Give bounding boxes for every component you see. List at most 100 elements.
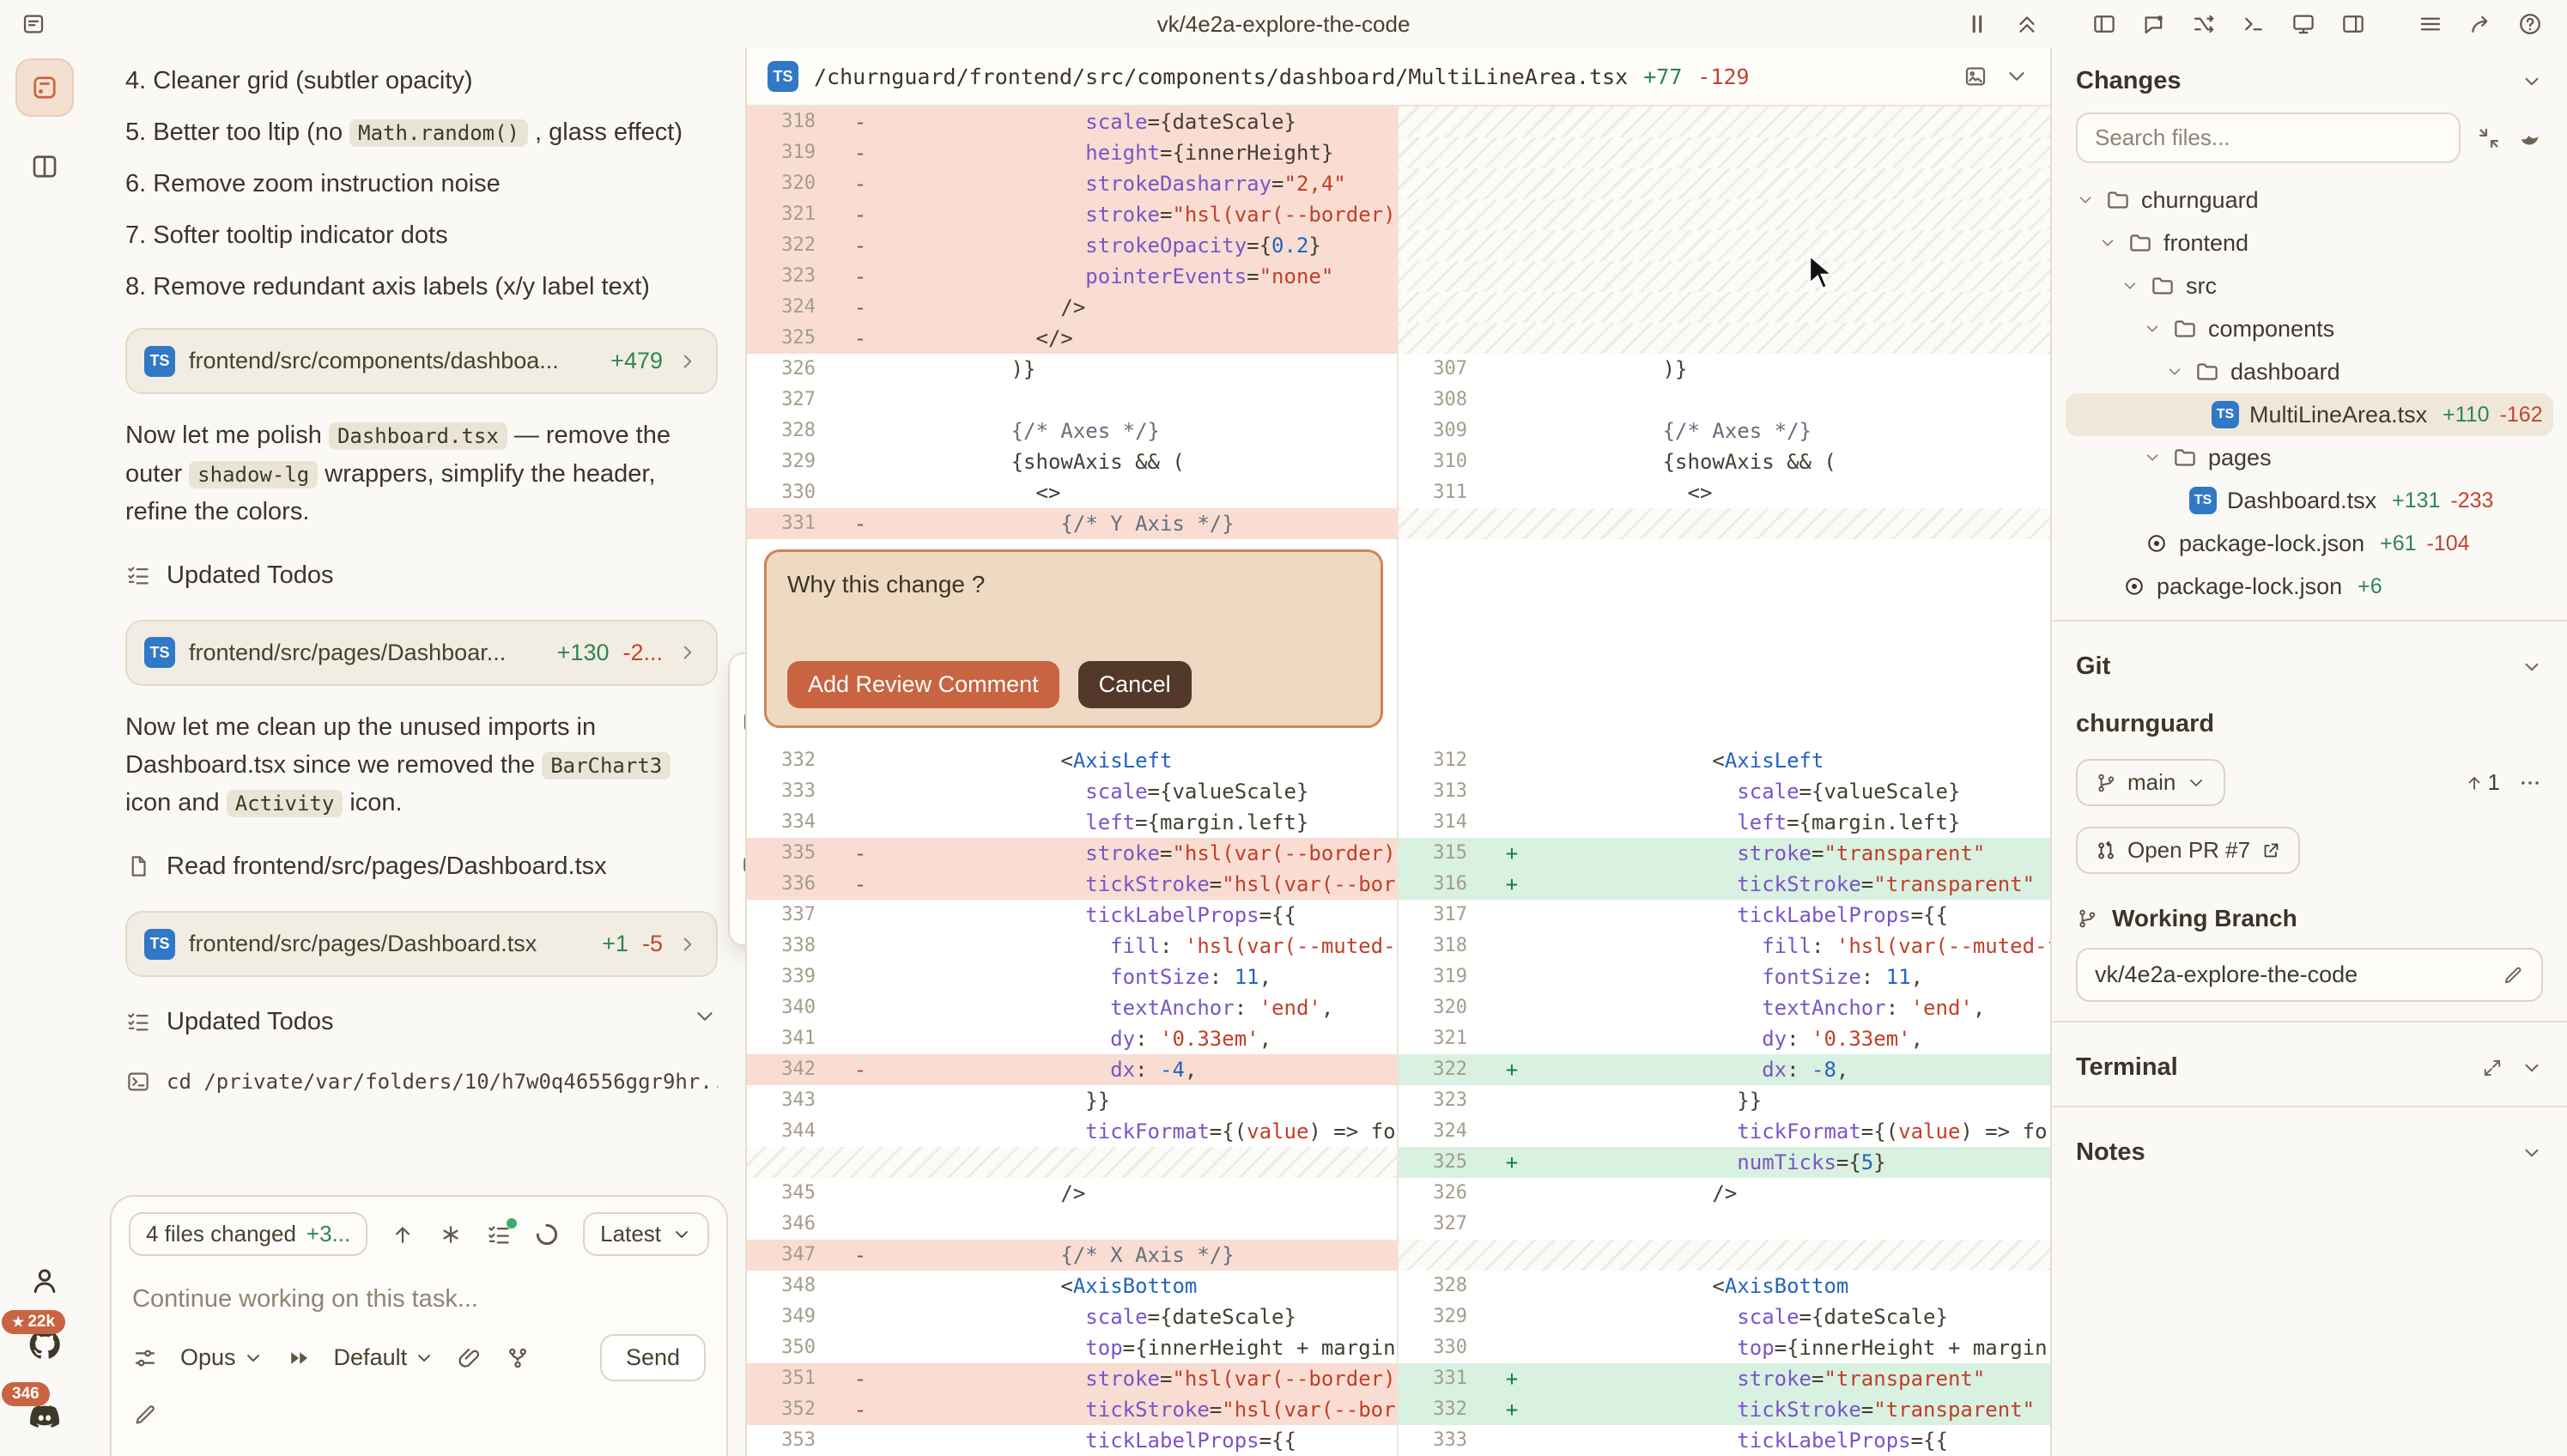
line-number[interactable]: 325 [747, 323, 822, 354]
chat-bubble-icon[interactable] [2141, 11, 2167, 37]
run-icon[interactable] [741, 805, 745, 831]
line-number[interactable]: 327 [1399, 1209, 1474, 1240]
menu-icon[interactable] [2418, 11, 2443, 37]
message-input[interactable] [132, 1285, 706, 1313]
scroll-top-icon[interactable] [390, 1222, 416, 1247]
discord-link[interactable]: 346 [26, 1398, 64, 1442]
chevron-down-icon[interactable] [2521, 1057, 2543, 1079]
panel-right-icon[interactable] [2340, 11, 2366, 37]
line-number[interactable]: 338 [747, 931, 822, 962]
latest-selector[interactable]: Latest [583, 1212, 709, 1256]
compose-icon[interactable] [132, 1402, 158, 1428]
github-link[interactable]: ★22k [26, 1326, 64, 1370]
todos-status-icon[interactable] [486, 1222, 512, 1247]
line-number[interactable]: 320 [1399, 992, 1474, 1023]
line-number[interactable]: 318 [1399, 931, 1474, 962]
line-number[interactable]: 328 [1399, 1271, 1474, 1301]
tree-row[interactable]: src [2066, 264, 2553, 307]
line-number[interactable]: 308 [1399, 385, 1474, 416]
line-number[interactable]: 337 [747, 900, 822, 931]
expand-icon[interactable] [2481, 1057, 2503, 1079]
line-number[interactable]: 333 [747, 776, 822, 807]
collapse-all-icon[interactable] [2014, 11, 2040, 37]
line-number[interactable]: 336 [747, 869, 822, 900]
line-number[interactable]: 311 [1399, 477, 1474, 508]
tree-row[interactable]: components [2066, 307, 2553, 350]
line-number[interactable]: 351 [747, 1363, 822, 1394]
review-comment-input[interactable]: Why this change ? [787, 569, 1360, 600]
line-number[interactable]: 324 [1399, 1116, 1474, 1147]
line-number[interactable]: 325 [1399, 1147, 1474, 1178]
panel-left-icon[interactable] [2091, 11, 2117, 37]
line-number[interactable]: 316 [1399, 869, 1474, 900]
line-number[interactable]: 313 [1399, 776, 1474, 807]
line-number[interactable]: 343 [747, 1085, 822, 1116]
line-number[interactable]: 322 [1399, 1054, 1474, 1085]
ahead-count[interactable]: 1 [2464, 769, 2500, 796]
line-number[interactable]: 346 [747, 1209, 822, 1240]
line-number[interactable]: 319 [1399, 962, 1474, 992]
terminal-icon[interactable] [2241, 11, 2267, 37]
preview-icon[interactable] [741, 853, 745, 879]
changes-section-header[interactable]: Changes [2052, 48, 2567, 107]
help-icon[interactable] [2517, 11, 2543, 37]
line-number[interactable]: 352 [747, 1394, 822, 1425]
attachment-icon[interactable] [457, 1345, 482, 1371]
terminal-command-row[interactable]: cd /private/var/folders/10/h7w0q46556ggr… [125, 1066, 718, 1097]
chevRight-icon[interactable] [677, 641, 699, 664]
line-number[interactable]: 326 [747, 354, 822, 385]
chevron-down-icon[interactable] [2521, 1142, 2543, 1164]
line-number[interactable]: 332 [1399, 1394, 1474, 1425]
line-number[interactable]: 329 [747, 446, 822, 477]
cancel-button[interactable]: Cancel [1078, 661, 1192, 708]
chevron-down-icon[interactable] [2004, 64, 2030, 89]
read-file-row[interactable]: Read frontend/src/pages/Dashboard.tsx [125, 847, 718, 885]
line-number[interactable]: 348 [747, 1271, 822, 1301]
asterisk-icon[interactable] [438, 1222, 464, 1247]
file-chip[interactable]: TSfrontend/src/pages/Dashboar...+130-2..… [125, 620, 718, 686]
chevron-down-icon[interactable] [2521, 70, 2543, 93]
chevron-down-icon[interactable] [2521, 656, 2543, 678]
line-number[interactable]: 320 [747, 168, 822, 199]
line-number[interactable]: 323 [747, 261, 822, 292]
line-number[interactable]: 331 [1399, 1363, 1474, 1394]
add-review-comment-button[interactable]: Add Review Comment [787, 661, 1059, 708]
line-number[interactable]: 319 [747, 137, 822, 168]
workspace-tab[interactable] [15, 58, 74, 117]
todos-row[interactable]: Updated Todos [125, 1003, 718, 1040]
line-number[interactable]: 345 [747, 1178, 822, 1209]
line-number[interactable]: 310 [1399, 446, 1474, 477]
git-section-header[interactable]: Git [2052, 634, 2567, 693]
tree-row[interactable]: TSDashboard.tsx+131-233 [2066, 479, 2553, 522]
line-number[interactable]: 342 [747, 1054, 822, 1085]
display-icon[interactable] [2291, 11, 2316, 37]
line-number[interactable]: 329 [1399, 1301, 1474, 1332]
open-pr-button[interactable]: Open PR #7 [2076, 827, 2300, 874]
chevDown-icon[interactable] [692, 1004, 718, 1029]
chevRight-icon[interactable] [677, 350, 699, 373]
line-number[interactable]: 353 [747, 1425, 822, 1456]
terminal-section-header[interactable]: Terminal [2052, 1034, 2567, 1094]
line-number[interactable]: 350 [747, 1332, 822, 1363]
line-number[interactable]: 344 [747, 1116, 822, 1147]
window-menu-icon[interactable] [21, 11, 46, 37]
send-button[interactable]: Send [600, 1334, 706, 1381]
line-number[interactable]: 309 [1399, 416, 1474, 446]
line-number[interactable]: 334 [747, 807, 822, 838]
line-number[interactable]: 328 [747, 416, 822, 446]
file-chip[interactable]: TSfrontend/src/components/dashboa...+479 [125, 328, 718, 394]
line-number[interactable]: 322 [747, 230, 822, 261]
branch-selector[interactable]: main [2076, 759, 2225, 806]
files-changed-button[interactable]: 4 files changed +3... [129, 1212, 367, 1256]
tree-row[interactable]: package-lock.json+61-104 [2066, 522, 2553, 565]
line-number[interactable]: 349 [747, 1301, 822, 1332]
working-branch-field[interactable]: vk/4e2a-explore-the-code [2076, 948, 2543, 1002]
tree-row[interactable]: pages [2066, 436, 2553, 479]
line-number[interactable]: 332 [747, 745, 822, 776]
chevRight-icon[interactable] [677, 933, 699, 956]
fork-icon[interactable] [741, 901, 745, 927]
line-number[interactable]: 327 [747, 385, 822, 416]
line-number[interactable]: 326 [1399, 1178, 1474, 1209]
tree-row[interactable]: dashboard [2066, 350, 2553, 393]
tree-row[interactable]: churnguard [2066, 179, 2553, 221]
